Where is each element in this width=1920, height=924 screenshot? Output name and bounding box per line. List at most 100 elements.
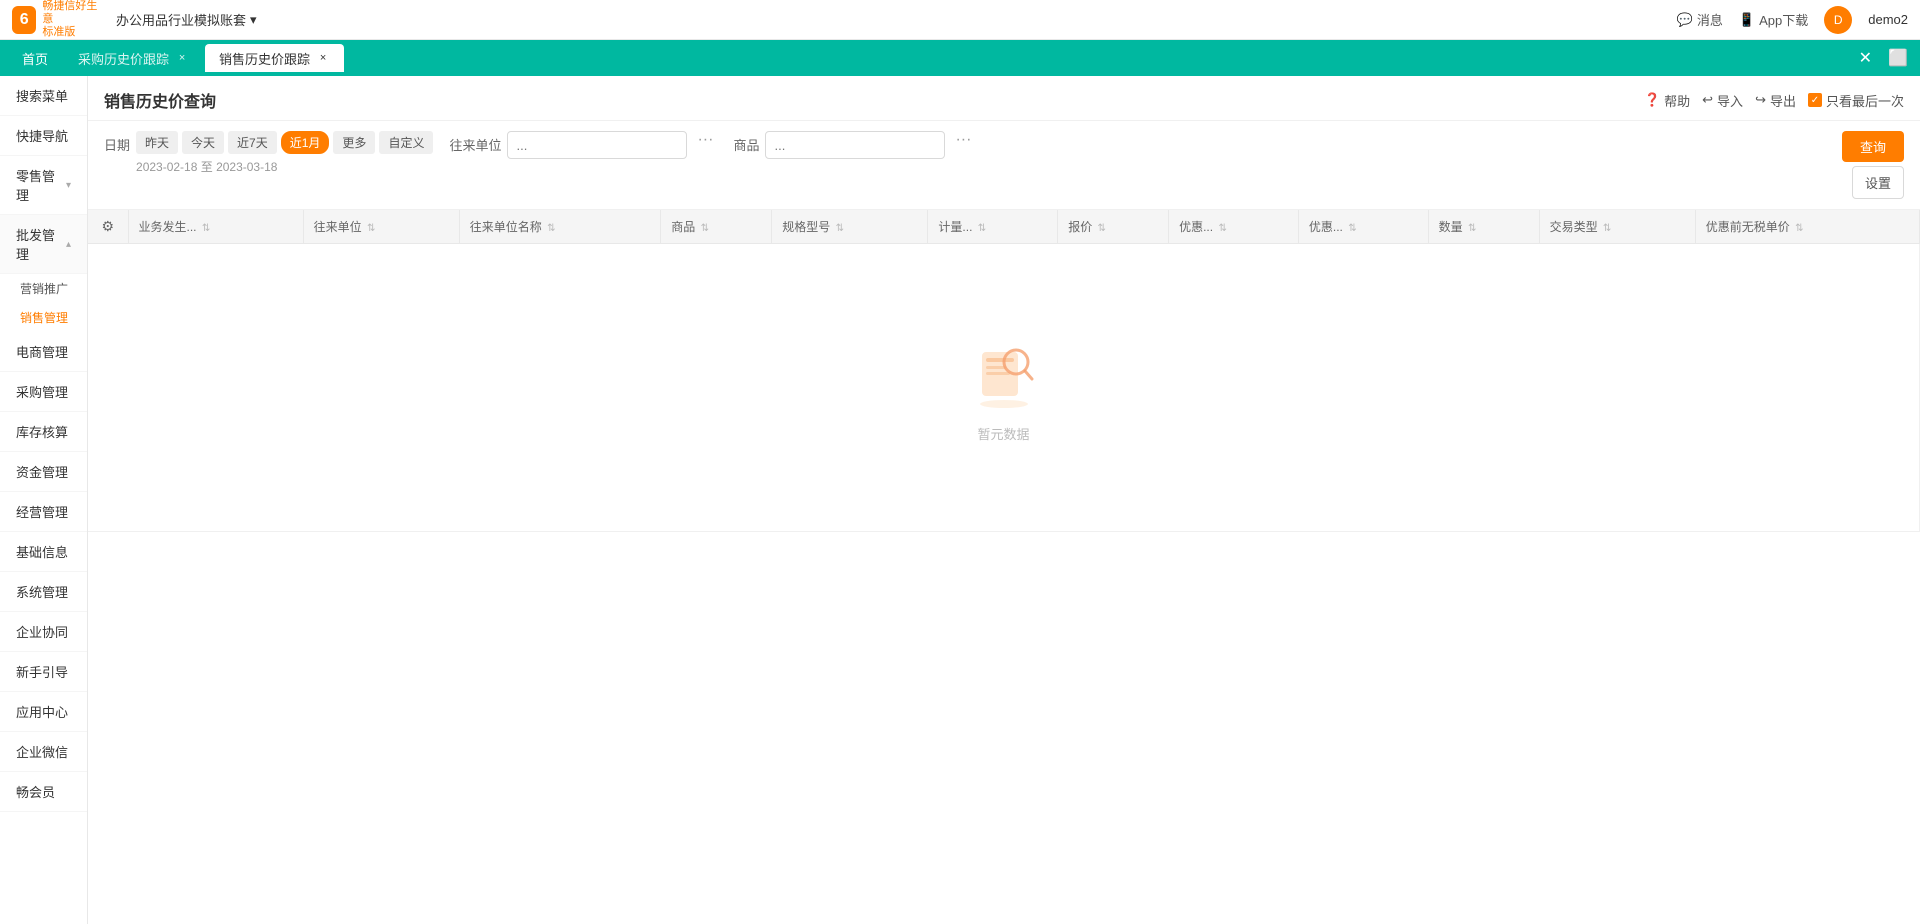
- date-buttons: 昨天 今天 近7天 近1月 更多 自定义 2023-02-18 至 2023-0…: [136, 131, 433, 175]
- sort-icon: ⇅: [202, 223, 210, 234]
- date-filter-group: 日期 昨天 今天 近7天 近1月 更多 自定义 2023-02-18 至 202…: [104, 131, 433, 175]
- th-discount2[interactable]: 优惠... ⇅: [1298, 210, 1428, 244]
- help-button[interactable]: ❓ 帮助: [1644, 91, 1690, 110]
- tab-sales[interactable]: 销售历史价跟踪 ×: [205, 44, 344, 72]
- empty-state-cell: 暂元数据: [88, 244, 1920, 532]
- sort-icon: ⇅: [1603, 223, 1611, 234]
- th-unit[interactable]: 计量... ⇅: [928, 210, 1058, 244]
- sort-icon: ⇅: [1468, 223, 1476, 234]
- th-quote[interactable]: 报价 ⇅: [1058, 210, 1169, 244]
- sidebar-item-member[interactable]: 畅会员: [0, 772, 87, 812]
- sidebar-item-shortcut[interactable]: 快捷导航: [0, 116, 87, 156]
- th-goods[interactable]: 商品 ⇅: [661, 210, 772, 244]
- chevron-up-icon: ▴: [66, 239, 71, 250]
- th-pretax[interactable]: 优惠前无税单价 ⇅: [1695, 210, 1919, 244]
- setting-button[interactable]: 设置: [1852, 166, 1904, 199]
- sidebar-sub-sales-mgmt[interactable]: 销售管理: [0, 303, 87, 332]
- table-gear-icon[interactable]: ⚙: [101, 218, 114, 234]
- empty-state-row: 暂元数据: [88, 244, 1920, 532]
- th-partner-name[interactable]: 往来单位名称 ⇅: [459, 210, 661, 244]
- date-range-display: 2023-02-18 至 2023-03-18: [136, 158, 433, 175]
- table-header: ⚙ 业务发生... ⇅ 往来单位 ⇅ 往来单位名称 ⇅: [88, 210, 1920, 244]
- logo-text: 畅捷信好生意 标准版: [42, 0, 100, 39]
- download-icon: 📱: [1739, 12, 1755, 28]
- sidebar-item-system[interactable]: 系统管理: [0, 572, 87, 612]
- sidebar-item-ecommerce[interactable]: 电商管理: [0, 332, 87, 372]
- logo-icon: 6: [12, 6, 36, 34]
- th-biz-date[interactable]: 业务发生... ⇅: [128, 210, 303, 244]
- tab-purchase-close[interactable]: ×: [175, 51, 189, 65]
- top-bar-right: 💬 消息 📱 App下载 D demo2: [1677, 6, 1908, 34]
- date-btn-today[interactable]: 今天: [182, 131, 224, 154]
- import-icon: ↩: [1702, 92, 1713, 108]
- chevron-down-icon: ▾: [66, 180, 71, 191]
- goods-label: 商品: [733, 131, 759, 154]
- sort-icon: ⇅: [978, 223, 986, 234]
- goods-input[interactable]: [765, 131, 945, 159]
- date-row: 昨天 今天 近7天 近1月 更多 自定义: [136, 131, 433, 154]
- sidebar-item-inventory[interactable]: 库存核算: [0, 412, 87, 452]
- partner-dots-icon[interactable]: ···: [693, 131, 717, 149]
- sort-icon: ⇅: [1795, 223, 1803, 234]
- sidebar-item-enterprise[interactable]: 企业协同: [0, 612, 87, 652]
- sidebar-item-finance[interactable]: 资金管理: [0, 452, 87, 492]
- sidebar-item-purchase[interactable]: 采购管理: [0, 372, 87, 412]
- partner-input[interactable]: [507, 131, 687, 159]
- page-actions: ❓ 帮助 ↩ 导入 ↪ 导出 ✓ 只看最后一次: [1644, 91, 1904, 110]
- empty-state: 暂元数据: [98, 252, 1909, 523]
- goods-dots-icon[interactable]: ···: [951, 131, 975, 149]
- tab-sales-close[interactable]: ×: [316, 51, 330, 65]
- th-discount1[interactable]: 优惠... ⇅: [1169, 210, 1299, 244]
- date-btn-yesterday[interactable]: 昨天: [136, 131, 178, 154]
- sidebar-item-basic[interactable]: 基础信息: [0, 532, 87, 572]
- query-button[interactable]: 查询: [1842, 131, 1904, 162]
- import-button[interactable]: ↩ 导入: [1702, 91, 1743, 110]
- date-btn-1month[interactable]: 近1月: [281, 131, 330, 154]
- help-icon: ❓: [1644, 92, 1660, 108]
- empty-text: 暂元数据: [977, 424, 1029, 443]
- sidebar-item-apps[interactable]: 应用中心: [0, 692, 87, 732]
- chevron-down-icon: ▾: [250, 12, 257, 28]
- date-btn-7days[interactable]: 近7天: [228, 131, 277, 154]
- th-trade-type[interactable]: 交易类型 ⇅: [1539, 210, 1695, 244]
- only-last-checkbox[interactable]: ✓ 只看最后一次: [1808, 91, 1904, 110]
- empty-illustration: [964, 332, 1044, 412]
- sort-icon: ⇅: [547, 223, 555, 234]
- tab-purchase[interactable]: 采购历史价跟踪 ×: [64, 44, 203, 72]
- sidebar-sub-marketing[interactable]: 营销推广: [0, 274, 87, 303]
- table-container: ⚙ 业务发生... ⇅ 往来单位 ⇅ 往来单位名称 ⇅: [88, 210, 1920, 924]
- th-partner-code[interactable]: 往来单位 ⇅: [303, 210, 459, 244]
- sidebar-item-retail[interactable]: 零售管理 ▾: [0, 156, 87, 215]
- partner-label: 往来单位: [449, 131, 501, 154]
- message-button[interactable]: 💬 消息: [1677, 10, 1723, 29]
- data-table: ⚙ 业务发生... ⇅ 往来单位 ⇅ 往来单位名称 ⇅: [88, 210, 1920, 532]
- table-body: 暂元数据: [88, 244, 1920, 532]
- maximize-icon[interactable]: ⬜: [1884, 46, 1912, 70]
- sort-icon: ⇅: [1348, 223, 1356, 234]
- sort-icon: ⇅: [367, 223, 375, 234]
- sort-icon: ⇅: [836, 223, 844, 234]
- sidebar-item-search[interactable]: 搜索菜单: [0, 76, 87, 116]
- close-window-icon[interactable]: ✕: [1855, 46, 1876, 70]
- app-download-button[interactable]: 📱 App下载: [1739, 10, 1808, 29]
- th-spec[interactable]: 规格型号 ⇅: [772, 210, 928, 244]
- sidebar-item-newbie[interactable]: 新手引导: [0, 652, 87, 692]
- th-qty[interactable]: 数量 ⇅: [1428, 210, 1539, 244]
- export-button[interactable]: ↪ 导出: [1755, 91, 1796, 110]
- user-label: demo2: [1868, 12, 1908, 27]
- sidebar-item-wholesale[interactable]: 批发管理 ▴: [0, 215, 87, 274]
- message-icon: 💬: [1677, 12, 1693, 28]
- user-avatar[interactable]: D: [1824, 6, 1852, 34]
- date-btn-more[interactable]: 更多: [333, 131, 375, 154]
- date-btn-custom[interactable]: 自定义: [379, 131, 433, 154]
- export-icon: ↪: [1755, 92, 1766, 108]
- partner-filter-group: 往来单位 ···: [449, 131, 717, 159]
- sort-icon: ⇅: [1098, 223, 1106, 234]
- content-area: 销售历史价查询 ❓ 帮助 ↩ 导入 ↪ 导出 ✓ 只看最后一次: [88, 76, 1920, 924]
- action-buttons: 查询 设置: [1842, 131, 1904, 199]
- sidebar-item-operation[interactable]: 经营管理: [0, 492, 87, 532]
- tab-home[interactable]: 首页: [8, 44, 62, 72]
- sidebar-item-wechat[interactable]: 企业微信: [0, 732, 87, 772]
- app-selector[interactable]: 办公用品行业模拟账套 ▾: [108, 6, 265, 33]
- main-layout: 搜索菜单 快捷导航 零售管理 ▾ 批发管理 ▴ 营销推广 销售管理 电商管理 采…: [0, 76, 1920, 924]
